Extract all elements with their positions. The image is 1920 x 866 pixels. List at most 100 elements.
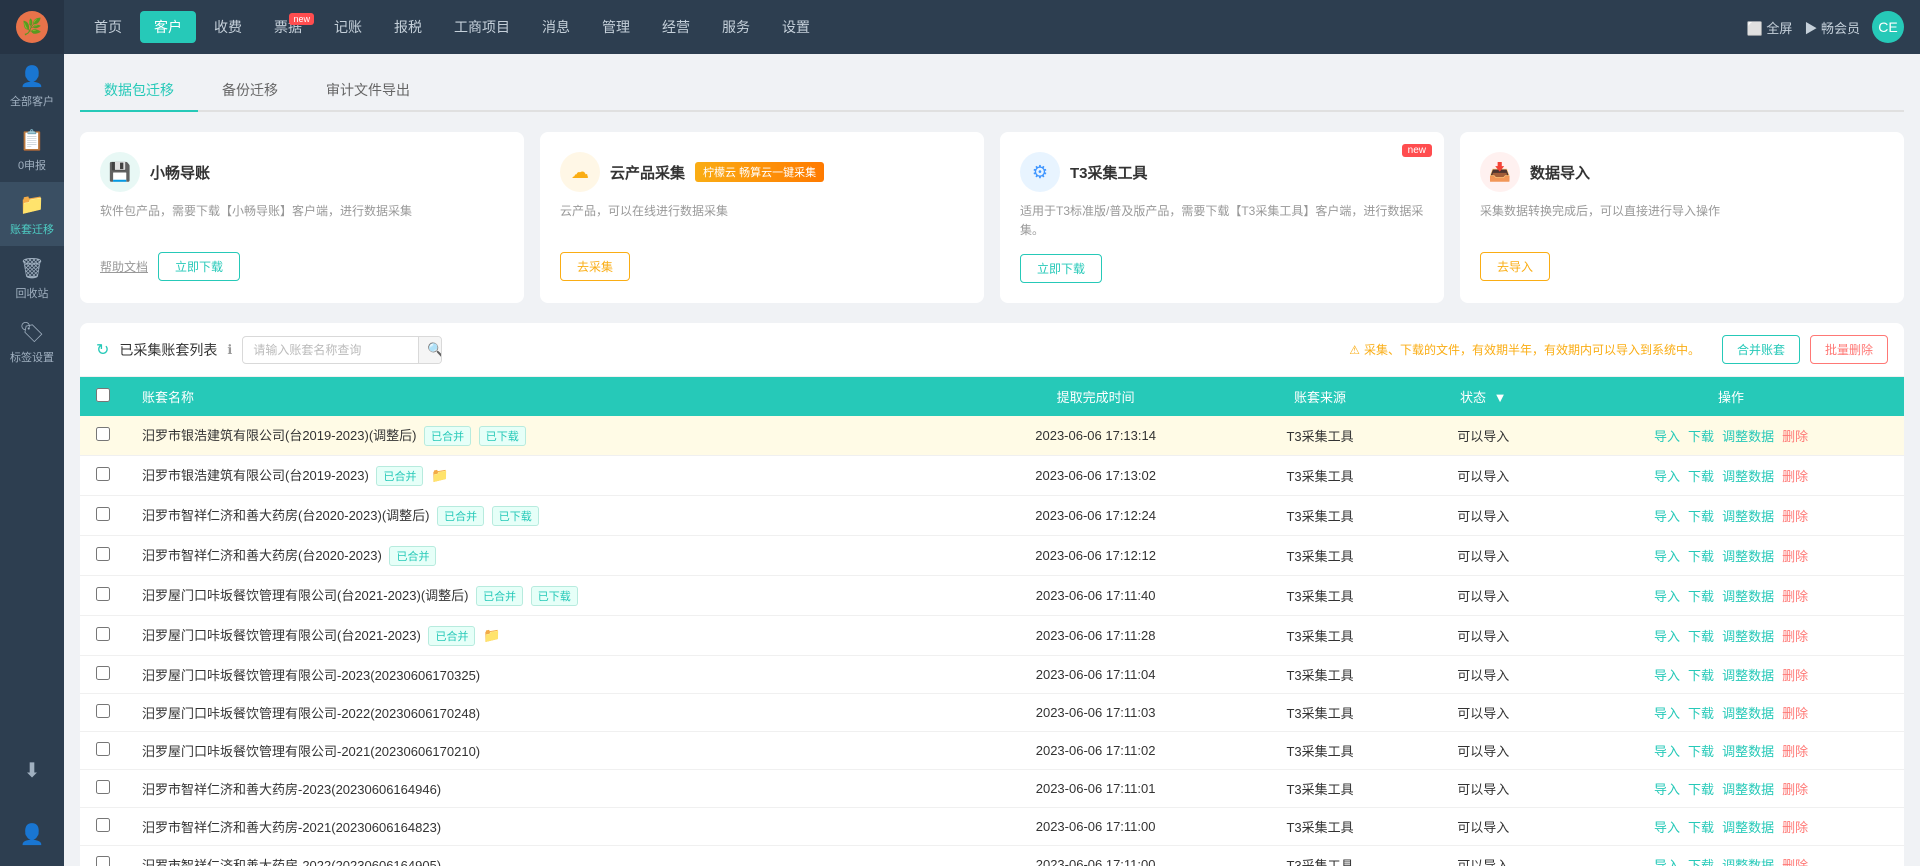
- action-导入[interactable]: 导入: [1654, 589, 1680, 604]
- action-下载[interactable]: 下载: [1688, 858, 1714, 866]
- row-checkbox[interactable]: [96, 856, 110, 866]
- action-调整数据[interactable]: 调整数据: [1722, 469, 1774, 484]
- sidebar-item-all-customers[interactable]: 👤 全部客户: [0, 54, 64, 118]
- row-checkbox[interactable]: [96, 742, 110, 756]
- tab-audit-export[interactable]: 审计文件导出: [302, 70, 434, 112]
- action-调整数据[interactable]: 调整数据: [1722, 782, 1774, 797]
- nav-settings[interactable]: 设置: [768, 11, 824, 43]
- action-导入[interactable]: 导入: [1654, 668, 1680, 683]
- sidebar-item-download[interactable]: ⬇: [0, 738, 64, 802]
- action-下载[interactable]: 下载: [1688, 469, 1714, 484]
- action-导入[interactable]: 导入: [1654, 469, 1680, 484]
- search-button[interactable]: 🔍: [418, 337, 442, 363]
- action-删除[interactable]: 删除: [1782, 589, 1808, 604]
- action-删除[interactable]: 删除: [1782, 858, 1808, 866]
- btn-import[interactable]: 去导入: [1480, 252, 1550, 281]
- member-btn[interactable]: ▶ 畅会员: [1804, 18, 1860, 37]
- action-删除[interactable]: 删除: [1782, 469, 1808, 484]
- action-导入[interactable]: 导入: [1654, 820, 1680, 835]
- action-删除[interactable]: 删除: [1782, 820, 1808, 835]
- user-avatar[interactable]: CE: [1872, 11, 1904, 43]
- row-checkbox[interactable]: [96, 818, 110, 832]
- action-导入[interactable]: 导入: [1654, 858, 1680, 866]
- action-导入[interactable]: 导入: [1654, 782, 1680, 797]
- row-checkbox[interactable]: [96, 547, 110, 561]
- user-circle-icon: 👤: [20, 822, 45, 847]
- action-导入[interactable]: 导入: [1654, 429, 1680, 444]
- action-删除[interactable]: 删除: [1782, 668, 1808, 683]
- status-sort-icon[interactable]: ▼: [1494, 390, 1507, 405]
- action-下载[interactable]: 下载: [1688, 509, 1714, 524]
- btn-download-1[interactable]: 立即下载: [158, 252, 240, 281]
- card-link-help[interactable]: 帮助文档: [100, 258, 148, 275]
- row-checkbox[interactable]: [96, 427, 110, 441]
- action-下载[interactable]: 下载: [1688, 706, 1714, 721]
- row-checkbox[interactable]: [96, 666, 110, 680]
- nav-service[interactable]: 服务: [708, 11, 764, 43]
- info-icon[interactable]: ℹ: [227, 342, 232, 358]
- select-all-checkbox[interactable]: [96, 388, 110, 402]
- action-导入[interactable]: 导入: [1654, 629, 1680, 644]
- fullscreen-btn[interactable]: ⬜ 全屏: [1747, 18, 1793, 37]
- action-下载[interactable]: 下载: [1688, 744, 1714, 759]
- action-调整数据[interactable]: 调整数据: [1722, 744, 1774, 759]
- nav-home[interactable]: 首页: [80, 11, 136, 43]
- action-调整数据[interactable]: 调整数据: [1722, 549, 1774, 564]
- action-调整数据[interactable]: 调整数据: [1722, 629, 1774, 644]
- action-删除[interactable]: 删除: [1782, 706, 1808, 721]
- nav-business[interactable]: 工商项目: [440, 11, 524, 43]
- action-调整数据[interactable]: 调整数据: [1722, 429, 1774, 444]
- sidebar-item-tag-settings[interactable]: 🏷 标签设置: [0, 310, 64, 374]
- action-下载[interactable]: 下载: [1688, 820, 1714, 835]
- nav-fee[interactable]: 收费: [200, 11, 256, 43]
- tab-backup-migration[interactable]: 备份迁移: [198, 70, 302, 112]
- action-调整数据[interactable]: 调整数据: [1722, 858, 1774, 866]
- nav-operation[interactable]: 经营: [648, 11, 704, 43]
- action-删除[interactable]: 删除: [1782, 549, 1808, 564]
- btn-collect[interactable]: 去采集: [560, 252, 630, 281]
- action-下载[interactable]: 下载: [1688, 429, 1714, 444]
- action-调整数据[interactable]: 调整数据: [1722, 820, 1774, 835]
- batch-del-btn[interactable]: 批量删除: [1810, 335, 1888, 364]
- nav-account[interactable]: 记账: [320, 11, 376, 43]
- nav-customer[interactable]: 客户: [140, 11, 196, 43]
- sidebar-item-account-migration[interactable]: 📁 账套迁移: [0, 182, 64, 246]
- action-删除[interactable]: 删除: [1782, 744, 1808, 759]
- action-下载[interactable]: 下载: [1688, 629, 1714, 644]
- row-checkbox[interactable]: [96, 467, 110, 481]
- action-下载[interactable]: 下载: [1688, 782, 1714, 797]
- action-下载[interactable]: 下载: [1688, 589, 1714, 604]
- action-调整数据[interactable]: 调整数据: [1722, 668, 1774, 683]
- action-导入[interactable]: 导入: [1654, 509, 1680, 524]
- row-checkbox[interactable]: [96, 627, 110, 641]
- action-调整数据[interactable]: 调整数据: [1722, 706, 1774, 721]
- action-删除[interactable]: 删除: [1782, 629, 1808, 644]
- action-导入[interactable]: 导入: [1654, 549, 1680, 564]
- nav-manage[interactable]: 管理: [588, 11, 644, 43]
- action-导入[interactable]: 导入: [1654, 744, 1680, 759]
- btn-download-3[interactable]: 立即下载: [1020, 254, 1102, 283]
- action-导入[interactable]: 导入: [1654, 706, 1680, 721]
- sidebar-item-user[interactable]: 👤: [0, 802, 64, 866]
- action-调整数据[interactable]: 调整数据: [1722, 509, 1774, 524]
- action-删除[interactable]: 删除: [1782, 782, 1808, 797]
- action-下载[interactable]: 下载: [1688, 668, 1714, 683]
- sidebar-item-recycle[interactable]: 🗑 回收站: [0, 246, 64, 310]
- action-调整数据[interactable]: 调整数据: [1722, 589, 1774, 604]
- merge-btn[interactable]: 合并账套: [1722, 335, 1800, 364]
- nav-message[interactable]: 消息: [528, 11, 584, 43]
- row-checkbox[interactable]: [96, 587, 110, 601]
- refresh-icon[interactable]: ↻: [96, 340, 109, 360]
- row-actions: 导入下载调整数据删除: [1558, 456, 1904, 496]
- sidebar-item-zero-report[interactable]: 📋 0申报: [0, 118, 64, 182]
- action-删除[interactable]: 删除: [1782, 429, 1808, 444]
- nav-tax[interactable]: 报税: [380, 11, 436, 43]
- row-checkbox[interactable]: [96, 780, 110, 794]
- nav-invoice[interactable]: 票据 new: [260, 11, 316, 43]
- row-checkbox[interactable]: [96, 704, 110, 718]
- search-input[interactable]: [243, 338, 418, 362]
- tab-data-migration[interactable]: 数据包迁移: [80, 70, 198, 112]
- action-删除[interactable]: 删除: [1782, 509, 1808, 524]
- row-checkbox[interactable]: [96, 507, 110, 521]
- action-下载[interactable]: 下载: [1688, 549, 1714, 564]
